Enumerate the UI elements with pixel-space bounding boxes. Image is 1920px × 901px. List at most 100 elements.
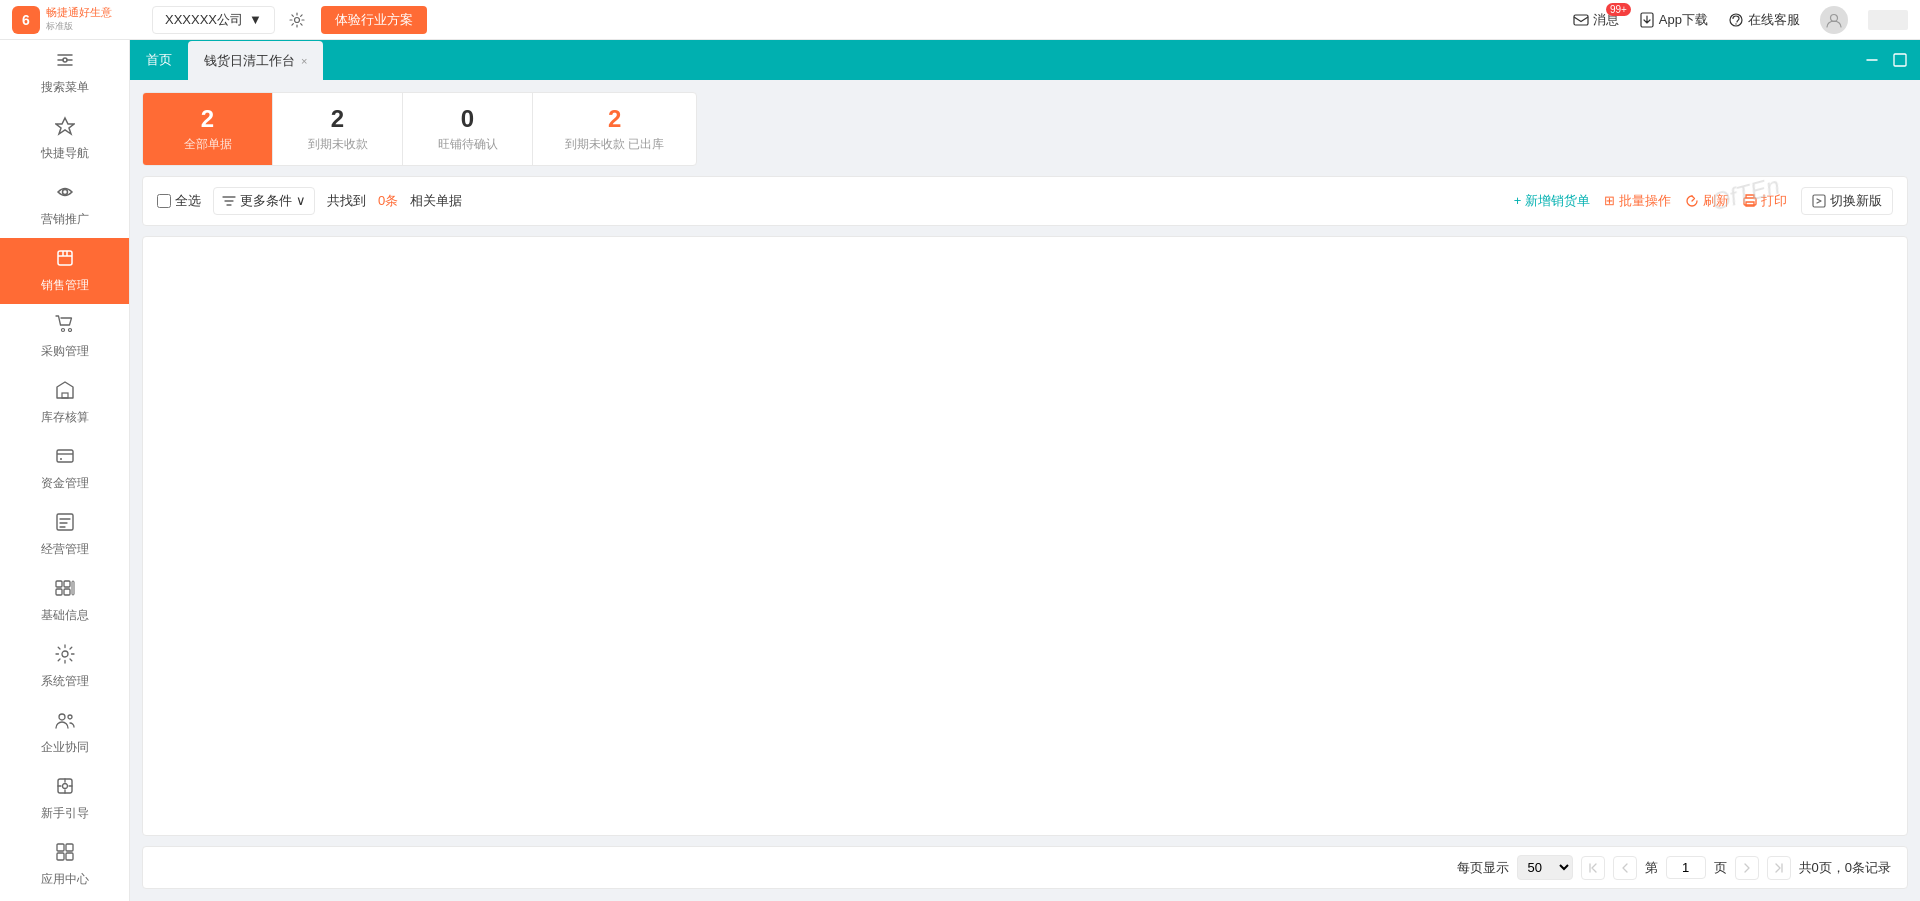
sidebar-item-search-menu[interactable]: 搜索菜单 <box>0 40 129 106</box>
sidebar-item-basic-info[interactable]: 基础信息 <box>0 568 129 634</box>
page-size-select[interactable]: 50 100 200 <box>1517 855 1573 880</box>
table-area <box>142 236 1908 836</box>
found-suffix: 相关单据 <box>410 192 462 210</box>
pagination: 每页显示 50 100 200 第 1 页 <box>142 846 1908 889</box>
stat-all-label: 全部单据 <box>175 136 240 153</box>
messages-item[interactable]: 消息 99+ <box>1573 11 1619 29</box>
online-support-label: 在线客服 <box>1748 11 1800 29</box>
next-page-button[interactable] <box>1735 856 1759 880</box>
tab-workbench-label: 钱货日清工作台 <box>204 52 295 70</box>
app-download-label: App下载 <box>1659 11 1708 29</box>
stat-all[interactable]: 2 全部单据 <box>143 93 273 165</box>
sidebar-label: 快捷导航 <box>41 145 89 162</box>
sidebar-label: 资金管理 <box>41 475 89 492</box>
svg-rect-22 <box>56 589 62 595</box>
app-download-item[interactable]: App下载 <box>1639 11 1708 29</box>
sidebar-item-guide[interactable]: 新手引导 <box>0 766 129 832</box>
logo-icon: 6 <box>12 6 40 34</box>
main-layout: 搜索菜单 快捷导航 营销推广 <box>0 40 1920 901</box>
print-label: 打印 <box>1761 192 1787 210</box>
tab-home-label: 首页 <box>146 51 172 69</box>
tab-bar: 首页 钱货日清工作台 × <box>130 40 1920 80</box>
stats-row: 2 全部单据 2 到期未收款 0 旺铺待确认 2 到期未收款 已出库 <box>142 92 697 166</box>
stat-pending-count: 0 <box>435 105 500 134</box>
company-name: XXXXXX公司 <box>165 11 243 29</box>
chevron-down-icon: ▼ <box>249 12 262 27</box>
stat-pending[interactable]: 0 旺铺待确认 <box>403 93 533 165</box>
company-selector[interactable]: XXXXXX公司 ▼ <box>152 6 275 34</box>
refresh-label: 刷新 <box>1703 192 1729 210</box>
enterprise-coop-icon <box>55 710 75 735</box>
finance-icon <box>55 446 75 471</box>
svg-rect-13 <box>58 251 72 265</box>
sidebar-item-operations[interactable]: 经营管理 <box>0 502 129 568</box>
last-page-button[interactable] <box>1767 856 1791 880</box>
svg-point-4 <box>1735 23 1736 24</box>
new-sale-label: + 新增销货单 <box>1514 192 1590 210</box>
sidebar-label: 企业协同 <box>41 739 89 756</box>
sidebar-label: 库存核算 <box>41 409 89 426</box>
page-label-end: 页 <box>1714 859 1727 877</box>
sidebar-item-quick-nav[interactable]: 快捷导航 <box>0 106 129 172</box>
checkbox-input[interactable] <box>157 194 171 208</box>
sidebar-item-app-center[interactable]: 应用中心 <box>0 832 129 898</box>
stat-overdue-out-label: 到期未收款 已出库 <box>565 136 664 153</box>
maximize-button[interactable] <box>1888 48 1912 72</box>
select-all-label: 全选 <box>175 192 201 210</box>
tab-workbench[interactable]: 钱货日清工作台 × <box>188 41 323 81</box>
username <box>1868 10 1908 30</box>
operations-icon <box>55 512 75 537</box>
toolbar-right: + 新增销货单 ⊞ 批量操作 刷新 <box>1514 187 1893 215</box>
top-right-area: 消息 99+ App下载 在线客服 <box>1573 6 1908 34</box>
chevron-down-icon: ∨ <box>296 193 306 208</box>
select-all-checkbox[interactable]: 全选 <box>157 192 201 210</box>
toolbar: 全选 更多条件 ∨ 共找到 0条 相关单据 + 新增销货单 <box>142 176 1908 226</box>
stat-overdue[interactable]: 2 到期未收款 <box>273 93 403 165</box>
total-info: 共0页，0条记录 <box>1799 859 1891 877</box>
tab-close-icon[interactable]: × <box>301 55 307 67</box>
filter-button[interactable]: 更多条件 ∨ <box>213 187 315 215</box>
online-support-item[interactable]: 在线客服 <box>1728 11 1800 29</box>
content-area: 首页 钱货日清工作台 × <box>130 40 1920 901</box>
svg-rect-38 <box>1894 54 1906 66</box>
sidebar-label: 应用中心 <box>41 871 89 888</box>
search-menu-icon <box>55 50 75 75</box>
sidebar-item-purchase[interactable]: 采购管理 <box>0 304 129 370</box>
page-input[interactable]: 1 <box>1666 856 1706 879</box>
guide-icon <box>55 776 75 801</box>
basic-info-icon <box>55 578 75 603</box>
batch-button[interactable]: ⊞ 批量操作 <box>1604 192 1671 210</box>
stat-overdue-out-count: 2 <box>565 105 664 134</box>
sidebar-item-sales[interactable]: 销售管理 <box>0 238 129 304</box>
new-sale-button[interactable]: + 新增销货单 <box>1514 192 1590 210</box>
svg-point-14 <box>61 329 64 332</box>
svg-point-0 <box>294 17 299 22</box>
avatar[interactable] <box>1820 6 1848 34</box>
sidebar-item-system[interactable]: 系统管理 <box>0 634 129 700</box>
sidebar: 搜索菜单 快捷导航 营销推广 <box>0 40 130 901</box>
svg-rect-23 <box>64 589 70 595</box>
svg-rect-32 <box>57 853 64 860</box>
sidebar-item-enterprise-coop[interactable]: 企业协同 <box>0 700 129 766</box>
sales-icon <box>55 248 75 273</box>
switch-button[interactable]: 切换新版 <box>1801 187 1893 215</box>
sidebar-label: 经营管理 <box>41 541 89 558</box>
minimize-button[interactable] <box>1860 48 1884 72</box>
trial-button[interactable]: 体验行业方案 <box>321 6 427 34</box>
prev-page-button[interactable] <box>1613 856 1637 880</box>
settings-button[interactable] <box>283 6 311 34</box>
svg-rect-21 <box>64 581 70 587</box>
print-button[interactable]: 打印 <box>1743 192 1787 210</box>
tab-home[interactable]: 首页 <box>130 40 188 80</box>
messages-badge: 99+ <box>1606 3 1631 16</box>
sidebar-item-marketing[interactable]: 营销推广 <box>0 172 129 238</box>
sidebar-item-finance[interactable]: 资金管理 <box>0 436 129 502</box>
svg-rect-17 <box>57 450 73 462</box>
svg-rect-33 <box>66 853 73 860</box>
app-center-icon <box>55 842 75 867</box>
sidebar-item-inventory[interactable]: 库存核算 <box>0 370 129 436</box>
first-page-button[interactable] <box>1581 856 1605 880</box>
refresh-button[interactable]: 刷新 <box>1685 192 1729 210</box>
svg-point-29 <box>62 784 67 789</box>
stat-overdue-out[interactable]: 2 到期未收款 已出库 <box>533 93 696 165</box>
